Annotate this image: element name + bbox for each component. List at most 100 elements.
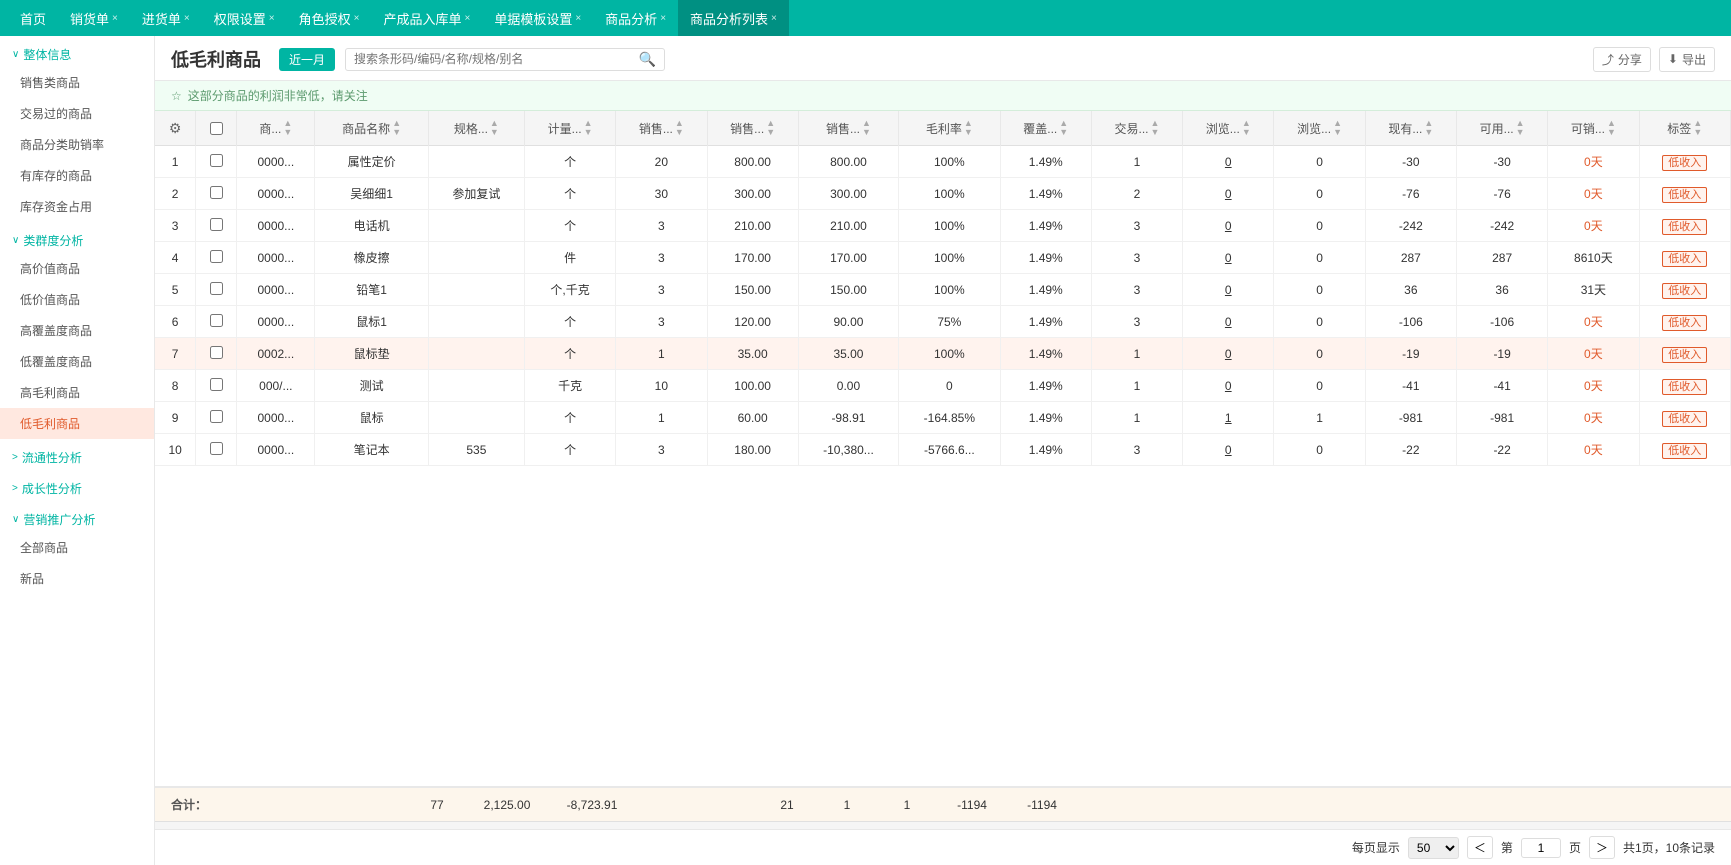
sidebar-group-成长性分析[interactable]: >成长性分析: [0, 470, 154, 501]
nav-item-单据模板设置[interactable]: 单据模板设置×: [482, 0, 593, 36]
row-checkbox[interactable]: [210, 378, 223, 391]
row-checkbox[interactable]: [210, 250, 223, 263]
next-page-button[interactable]: ＞: [1589, 836, 1615, 859]
col-header-coverage[interactable]: 覆盖...▲▼: [1000, 111, 1091, 146]
sort-icon-tag[interactable]: ▲▼: [1693, 119, 1702, 137]
sidebar-item-销售类商品[interactable]: 销售类商品: [0, 67, 154, 98]
sidebar-item-高价值商品[interactable]: 高价值商品: [0, 253, 154, 284]
cell-sellable_days: 0天: [1548, 178, 1639, 210]
sort-icon-coverage[interactable]: ▲▼: [1059, 119, 1068, 137]
nav-close-icon[interactable]: ×: [112, 13, 118, 24]
prev-page-button[interactable]: ＜: [1467, 836, 1493, 859]
sort-icon-trade[interactable]: ▲▼: [1151, 119, 1160, 137]
col-header-trade[interactable]: 交易...▲▼: [1091, 111, 1182, 146]
col-header-name[interactable]: 商品名称▲▼: [315, 111, 428, 146]
col-header-sellable_days[interactable]: 可销...▲▼: [1548, 111, 1639, 146]
sidebar-item-交易过的商品[interactable]: 交易过的商品: [0, 98, 154, 129]
sidebar-item-高覆盖度商品[interactable]: 高覆盖度商品: [0, 315, 154, 346]
view-link[interactable]: 0: [1225, 219, 1232, 233]
sidebar-item-新品[interactable]: 新品: [0, 563, 154, 594]
view-link[interactable]: 0: [1225, 187, 1232, 201]
row-checkbox[interactable]: [210, 410, 223, 423]
sidebar-item-低毛利商品[interactable]: 低毛利商品: [0, 408, 154, 439]
col-header-unit[interactable]: 计量...▲▼: [524, 111, 615, 146]
nav-close-icon[interactable]: ×: [771, 13, 777, 24]
page-size-select[interactable]: 50 20 100: [1408, 837, 1459, 859]
sort-icon-code[interactable]: ▲▼: [283, 119, 292, 137]
sort-icon-sales_profit[interactable]: ▲▼: [862, 119, 871, 137]
view-link[interactable]: 0: [1225, 283, 1232, 297]
nav-close-icon[interactable]: ×: [184, 13, 190, 24]
period-button[interactable]: 近一月: [279, 48, 335, 71]
col-header-view1[interactable]: 浏览...▲▼: [1183, 111, 1274, 146]
col-header-tag[interactable]: 标签▲▼: [1639, 111, 1730, 146]
sort-icon-name[interactable]: ▲▼: [392, 119, 401, 137]
view-link[interactable]: 0: [1225, 315, 1232, 329]
col-header-sales_amount[interactable]: 销售...▲▼: [707, 111, 798, 146]
view-link[interactable]: 0: [1225, 155, 1232, 169]
gear-icon[interactable]: ⚙: [169, 120, 182, 137]
sort-icon-sales_qty[interactable]: ▲▼: [675, 119, 684, 137]
col-header-sales_profit[interactable]: 销售...▲▼: [798, 111, 898, 146]
view-link[interactable]: 0: [1225, 379, 1232, 393]
nav-close-icon[interactable]: ×: [575, 13, 581, 24]
sort-icon-spec[interactable]: ▲▼: [490, 119, 499, 137]
row-checkbox[interactable]: [210, 186, 223, 199]
sidebar-item-商品分类助销率[interactable]: 商品分类助销率: [0, 129, 154, 160]
view-link[interactable]: 0: [1225, 443, 1232, 457]
sort-icon-available_stock[interactable]: ▲▼: [1516, 119, 1525, 137]
select-all-checkbox[interactable]: [210, 122, 223, 135]
sidebar-group-整体信息[interactable]: ∨整体信息: [0, 36, 154, 67]
col-header-current_stock[interactable]: 现有...▲▼: [1365, 111, 1456, 146]
nav-item-进货单[interactable]: 进货单×: [130, 0, 202, 36]
nav-item-首页[interactable]: 首页: [8, 0, 58, 36]
sidebar-item-低价值商品[interactable]: 低价值商品: [0, 284, 154, 315]
nav-close-icon[interactable]: ×: [464, 13, 470, 24]
nav-item-销货单[interactable]: 销货单×: [58, 0, 130, 36]
sort-icon-unit[interactable]: ▲▼: [584, 119, 593, 137]
row-checkbox[interactable]: [210, 314, 223, 327]
nav-close-icon[interactable]: ×: [660, 13, 666, 24]
horizontal-scrollbar[interactable]: [155, 821, 1731, 829]
nav-item-产成品入库单[interactable]: 产成品入库单×: [371, 0, 482, 36]
sort-icon-margin[interactable]: ▲▼: [964, 119, 973, 137]
sidebar-item-高毛利商品[interactable]: 高毛利商品: [0, 377, 154, 408]
search-input[interactable]: [354, 52, 639, 66]
sidebar-group-流通性分析[interactable]: >流通性分析: [0, 439, 154, 470]
sidebar-item-全部商品[interactable]: 全部商品: [0, 532, 154, 563]
col-header-margin[interactable]: 毛利率▲▼: [899, 111, 1000, 146]
view-link[interactable]: 0: [1225, 251, 1232, 265]
sidebar-item-有库存的商品[interactable]: 有库存的商品: [0, 160, 154, 191]
nav-item-权限设置[interactable]: 权限设置×: [202, 0, 287, 36]
nav-close-icon[interactable]: ×: [354, 13, 360, 24]
nav-item-商品分析列表[interactable]: 商品分析列表×: [678, 0, 789, 36]
sort-icon-current_stock[interactable]: ▲▼: [1424, 119, 1433, 137]
col-header-spec[interactable]: 规格...▲▼: [428, 111, 524, 146]
share-button[interactable]: ⤴ 分享: [1593, 47, 1651, 72]
nav-item-商品分析[interactable]: 商品分析×: [593, 0, 678, 36]
row-checkbox[interactable]: [210, 346, 223, 359]
col-header-available_stock[interactable]: 可用...▲▼: [1456, 111, 1547, 146]
page-number-input[interactable]: [1521, 838, 1561, 858]
export-button[interactable]: ⬇ 导出: [1659, 47, 1715, 72]
sidebar-group-营销推广分析[interactable]: ∨营销推广分析: [0, 501, 154, 532]
sort-icon-view2[interactable]: ▲▼: [1333, 119, 1342, 137]
sort-icon-sellable_days[interactable]: ▲▼: [1607, 119, 1616, 137]
sidebar-item-库存资金占用[interactable]: 库存资金占用: [0, 191, 154, 222]
row-checkbox[interactable]: [210, 154, 223, 167]
sort-icon-sales_amount[interactable]: ▲▼: [766, 119, 775, 137]
col-header-view2[interactable]: 浏览...▲▼: [1274, 111, 1365, 146]
row-checkbox[interactable]: [210, 282, 223, 295]
tag-badge: 低收入: [1662, 379, 1707, 395]
row-checkbox[interactable]: [210, 218, 223, 231]
col-header-sales_qty[interactable]: 销售...▲▼: [616, 111, 707, 146]
sidebar-item-低覆盖度商品[interactable]: 低覆盖度商品: [0, 346, 154, 377]
view-link[interactable]: 1: [1225, 411, 1232, 425]
sidebar-group-类群度分析[interactable]: ∨类群度分析: [0, 222, 154, 253]
nav-item-角色授权[interactable]: 角色授权×: [287, 0, 372, 36]
row-checkbox[interactable]: [210, 442, 223, 455]
col-header-code[interactable]: 商...▲▼: [237, 111, 315, 146]
nav-close-icon[interactable]: ×: [269, 13, 275, 24]
sort-icon-view1[interactable]: ▲▼: [1242, 119, 1251, 137]
view-link[interactable]: 0: [1225, 347, 1232, 361]
